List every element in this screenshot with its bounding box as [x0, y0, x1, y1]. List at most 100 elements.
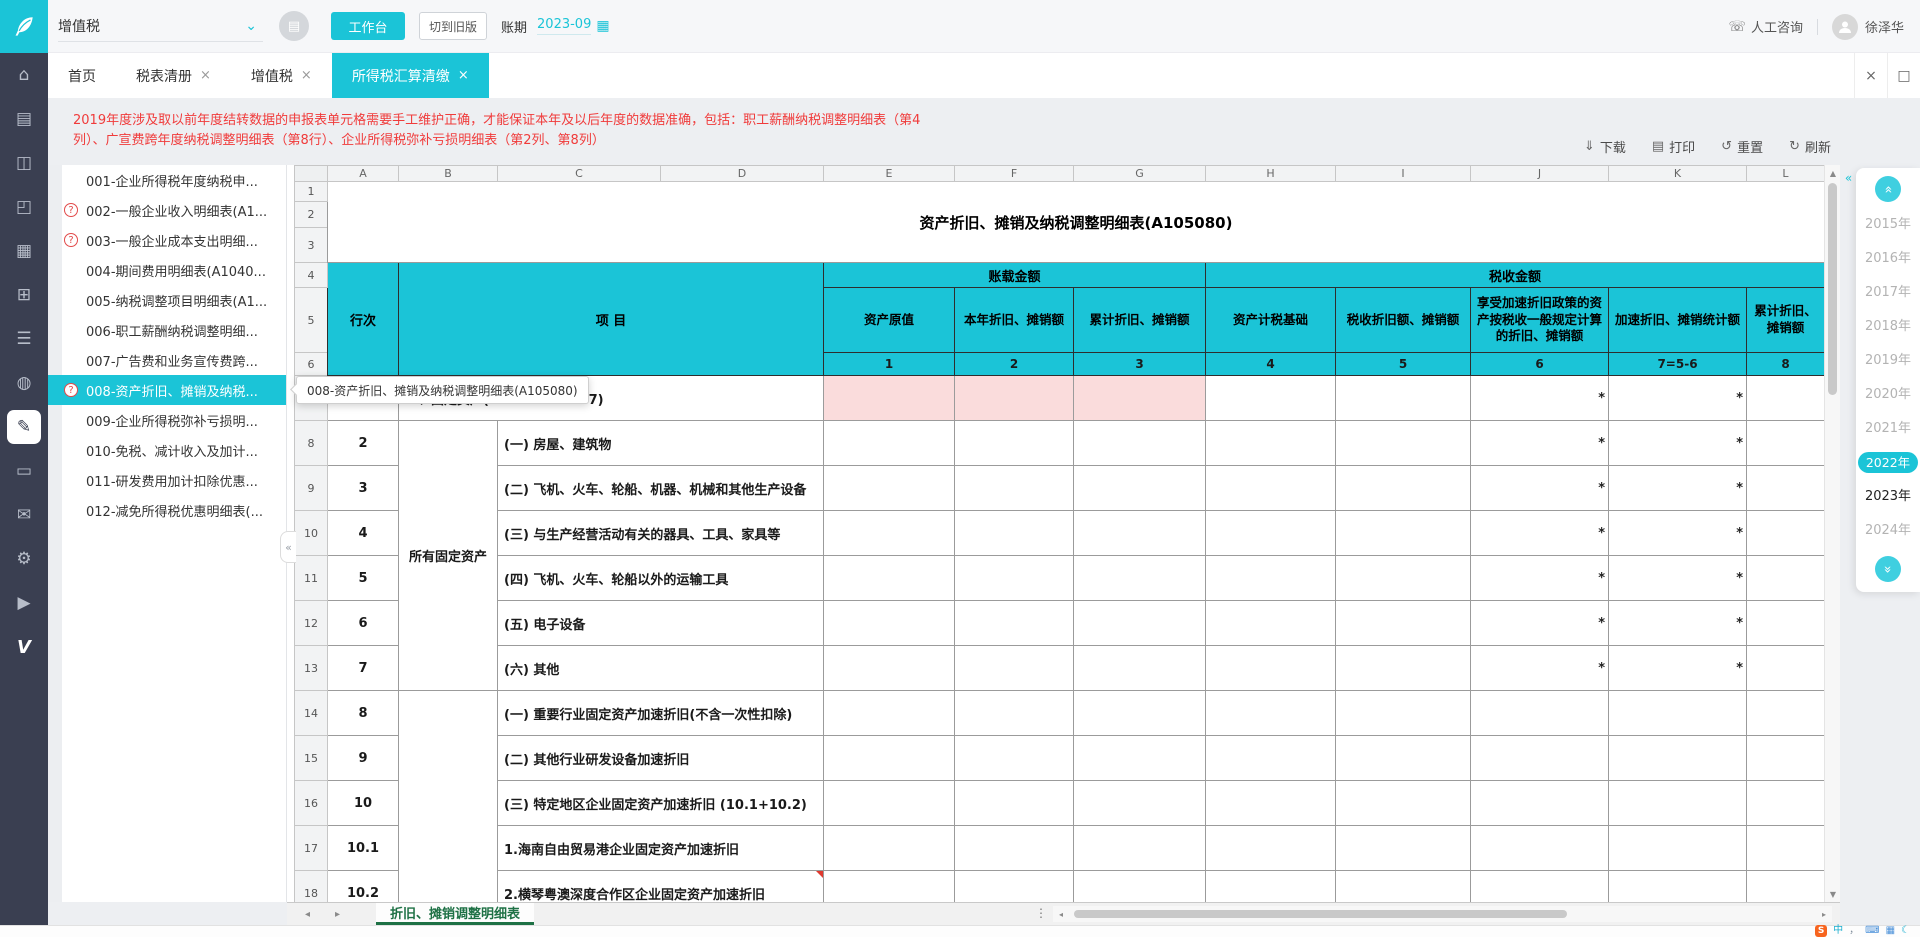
data-cell[interactable] [1335, 825, 1471, 871]
report-item-009[interactable]: 009-企业所得税弥补亏损明... [48, 405, 286, 435]
header-col[interactable]: 本年折旧、摊销额 [954, 287, 1074, 353]
column-letter-I[interactable]: I [1335, 165, 1471, 182]
line-cell[interactable]: 10.1 [327, 825, 399, 871]
row-desc[interactable]: (一) 重要行业固定资产加速折旧(不含一次性扣除) [497, 690, 824, 736]
row-number[interactable]: 6 [294, 352, 328, 376]
data-cell[interactable] [1205, 465, 1336, 511]
column-letter-J[interactable]: J [1470, 165, 1609, 182]
data-cell[interactable] [954, 690, 1074, 736]
data-cell[interactable]: * [1470, 510, 1609, 556]
rail-item-bookkeeping[interactable]: ✎ [0, 405, 48, 449]
data-cell[interactable] [1746, 510, 1825, 556]
year-2020年[interactable]: 2020年 [1856, 378, 1920, 412]
data-cell[interactable] [1335, 780, 1471, 826]
data-cell[interactable] [1746, 465, 1825, 511]
rail-item-reports[interactable]: ◫ [0, 141, 48, 185]
row-desc[interactable]: (二) 其他行业研发设备加速折旧 [497, 735, 824, 781]
data-cell[interactable] [1073, 645, 1206, 691]
data-cell[interactable] [1073, 825, 1206, 871]
column-letter-E[interactable]: E [823, 165, 955, 182]
data-cell[interactable] [1073, 735, 1206, 781]
workbench-button[interactable]: 工作台 [331, 12, 405, 40]
data-cell[interactable] [1608, 735, 1747, 781]
data-cell[interactable] [1335, 870, 1471, 902]
years-up-button[interactable]: « [1875, 176, 1901, 202]
header-index[interactable]: 1 [823, 352, 955, 376]
support-link[interactable]: 人工咨询 [1751, 17, 1803, 36]
row-number[interactable]: 17 [294, 825, 328, 871]
data-cell[interactable] [1470, 735, 1609, 781]
data-cell[interactable] [1073, 555, 1206, 601]
tab-close-icon[interactable]: × [458, 68, 469, 83]
header-col[interactable]: 资产原值 [823, 287, 955, 353]
row-desc[interactable]: (一) 房屋、建筑物 [497, 420, 824, 466]
column-letter-H[interactable]: H [1205, 165, 1336, 182]
row-number[interactable]: 2 [294, 201, 328, 228]
report-item-007[interactable]: 007-广告费和业务宣传费跨... [48, 345, 286, 375]
switch-old-version-button[interactable]: 切到旧版 [419, 12, 488, 40]
data-cell[interactable] [1746, 870, 1825, 902]
data-cell[interactable] [1205, 420, 1336, 466]
year-2023年[interactable]: 2023年 [1856, 480, 1920, 514]
data-cell[interactable] [1746, 600, 1825, 646]
collapse-years-button[interactable]: « [1841, 170, 1856, 186]
report-item-005[interactable]: 005-纳税调整项目明细表(A1... [48, 285, 286, 315]
report-item-004[interactable]: 004-期间费用明细表(A1040... [48, 255, 286, 285]
data-cell[interactable] [1205, 690, 1336, 736]
reset-button[interactable]: ↺ 重置 [1721, 137, 1763, 156]
data-cell[interactable] [1205, 600, 1336, 646]
line-cell[interactable]: 7 [327, 645, 399, 691]
header-index[interactable]: 6 [1470, 352, 1609, 376]
header-index[interactable]: 8 [1746, 352, 1825, 376]
column-letter-K[interactable]: K [1608, 165, 1747, 182]
data-cell[interactable] [954, 870, 1074, 902]
data-cell[interactable] [1335, 375, 1471, 421]
tab-1[interactable]: 税表清册 × [116, 53, 231, 98]
data-cell[interactable] [1073, 375, 1206, 421]
scroll-left-icon[interactable]: ◂ [1053, 906, 1069, 922]
vertical-scrollbar[interactable]: ▲ ▼ [1824, 165, 1840, 902]
data-cell[interactable] [1608, 690, 1747, 736]
header-col[interactable]: 累计折旧、摊销额 [1073, 287, 1206, 353]
column-letter-L[interactable]: L [1746, 165, 1825, 182]
prev-sheet-button[interactable]: ◂ [305, 903, 310, 925]
tab-close-icon[interactable]: × [301, 68, 312, 83]
year-2016年[interactable]: 2016年 [1856, 242, 1920, 276]
data-cell[interactable] [1746, 555, 1825, 601]
column-letter-A[interactable]: A [327, 165, 399, 182]
data-cell[interactable] [954, 600, 1074, 646]
username[interactable]: 徐泽华 [1865, 17, 1904, 36]
data-cell[interactable] [1746, 825, 1825, 871]
data-cell[interactable] [1073, 465, 1206, 511]
year-2022年[interactable]: 2022年 [1856, 446, 1920, 480]
row-desc[interactable]: (四) 飞机、火车、轮船以外的运输工具 [497, 555, 824, 601]
report-item-002[interactable]: ? 002-一般企业收入明细表(A1... [48, 195, 286, 225]
data-cell[interactable] [823, 780, 955, 826]
tab-3[interactable]: 所得税汇算清缴 × [331, 53, 489, 98]
chinese-mode-icon[interactable]: 中 [1833, 925, 1843, 937]
report-item-008[interactable]: ? 008-资产折旧、摊销及纳税... [48, 375, 286, 405]
data-cell[interactable] [1470, 870, 1609, 902]
header-line-col[interactable]: 行次 [327, 262, 399, 376]
data-cell[interactable] [823, 555, 955, 601]
data-cell[interactable]: * [1470, 555, 1609, 601]
horizontal-scroll-thumb[interactable] [1074, 910, 1567, 918]
header-index[interactable]: 4 [1205, 352, 1336, 376]
night-mode-icon[interactable]: ☾ [1901, 925, 1910, 937]
data-cell[interactable] [954, 555, 1074, 601]
data-cell[interactable] [954, 735, 1074, 781]
line-cell[interactable]: 9 [327, 735, 399, 781]
row-desc[interactable]: (五) 电子设备 [497, 600, 824, 646]
vertical-scroll-thumb[interactable] [1828, 183, 1837, 395]
period-value[interactable]: 2023-09 [537, 17, 592, 35]
rail-item-checkout[interactable]: ◍ [0, 361, 48, 405]
row-desc[interactable]: (三) 特定地区企业固定资产加速折旧 (10.1+10.2) [497, 780, 824, 826]
data-cell[interactable] [823, 825, 955, 871]
row-number[interactable]: 1 [294, 181, 328, 202]
data-cell[interactable] [954, 420, 1074, 466]
header-index[interactable]: 5 [1335, 352, 1471, 376]
data-cell[interactable] [1073, 690, 1206, 736]
data-cell[interactable] [1746, 375, 1825, 421]
data-cell[interactable] [1608, 870, 1747, 902]
avatar[interactable] [1831, 13, 1858, 40]
